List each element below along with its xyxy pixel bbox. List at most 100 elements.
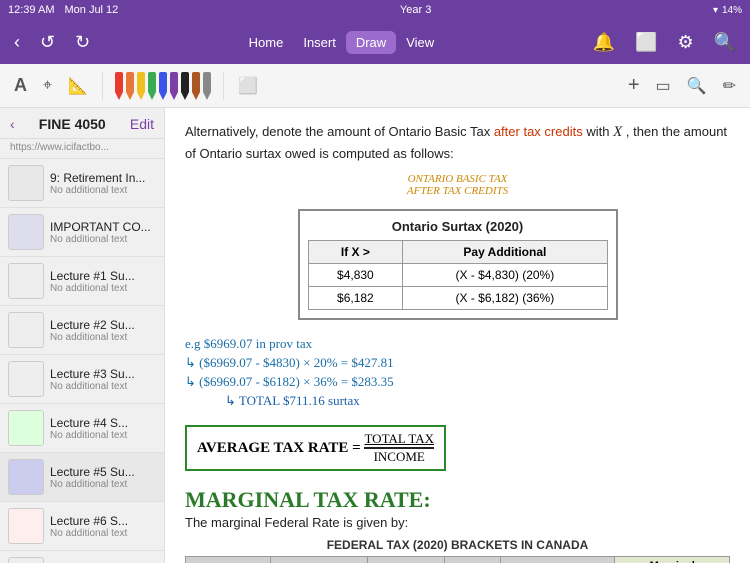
sidebar-item-6[interactable]: Lecture #5 Su... No additional text: [0, 453, 164, 502]
status-bar: 12:39 AM Mon Jul 12 Year 3 ▾ 14%: [0, 0, 750, 20]
handwriting-ontario-note: ONTARIO BASIC TAXAFTER TAX CREDITS: [185, 173, 730, 197]
sidebar-back-button[interactable]: ‹: [10, 116, 15, 132]
sidebar-item-title-4: Lecture #3 Su...: [50, 367, 156, 381]
sidebar-item-title-7: Lecture #6 S...: [50, 514, 156, 528]
nav-draw[interactable]: Draw: [346, 31, 396, 54]
pen-black[interactable]: [181, 72, 189, 100]
surtax-row-2: $6,182 (X - $6,182) (36%): [308, 286, 607, 309]
notebook-name: Year 3: [400, 4, 431, 16]
th-upto: Up To: [368, 556, 444, 563]
sidebar-item-1[interactable]: IMPORTANT CO... No additional text: [0, 208, 164, 257]
pen-yellow[interactable]: [137, 72, 145, 100]
surtax-table: If X > Pay Additional $4,830 (X - $4,830…: [308, 240, 608, 310]
nav-home[interactable]: Home: [239, 31, 294, 54]
share-icon[interactable]: ⬜: [631, 28, 661, 57]
avg-rate-denominator: INCOME: [364, 449, 434, 465]
settings-icon[interactable]: ⚙: [673, 28, 697, 57]
avg-rate-fraction: TOTAL TAX INCOME: [364, 431, 434, 465]
sidebar-item-sub-7: No additional text: [50, 528, 156, 539]
sidebar-item-text-7: Lecture #6 S... No additional text: [50, 514, 156, 539]
surtax-r2-c1: $6,182: [308, 286, 403, 309]
sidebar-item-sub-0: No additional text: [50, 185, 156, 196]
sidebar-thumb-4: [8, 361, 44, 397]
sidebar-item-text-4: Lecture #3 Su... No additional text: [50, 367, 156, 392]
eraser-button[interactable]: ⬜: [232, 72, 264, 100]
th-income: $300K Income: [501, 556, 615, 563]
sidebar-header: ‹ FINE 4050 Edit: [0, 108, 164, 139]
zoom-button[interactable]: 🔍: [681, 72, 713, 100]
nav-view[interactable]: View: [396, 31, 444, 54]
battery-display: 14%: [722, 5, 742, 16]
math-x-symbol: X: [613, 124, 622, 140]
sidebar-item-title-0: 9: Retirement In...: [50, 171, 156, 185]
sidebar-item-sub-2: No additional text: [50, 283, 156, 294]
back-button[interactable]: ‹: [10, 28, 24, 57]
sidebar-item-sub-4: No additional text: [50, 381, 156, 392]
intro-text-2: with: [586, 124, 613, 139]
sidebar-item-0[interactable]: 9: Retirement In... No additional text: [0, 159, 164, 208]
th-rate: RATE: [444, 556, 501, 563]
sidebar-item-text-1: IMPORTANT CO... No additional text: [50, 220, 156, 245]
nav-tabs: Home Insert Draw View: [239, 31, 445, 54]
pen-green[interactable]: [148, 72, 156, 100]
sidebar-thumb-5: [8, 410, 44, 446]
marginal-heading: MARGINAL TAX RATE:: [185, 487, 730, 513]
avg-rate-label: AVERAGE TAX RATE =: [197, 440, 364, 456]
pen-blue[interactable]: [159, 72, 167, 100]
sidebar: ‹ FINE 4050 Edit https://www.icifactbo..…: [0, 108, 165, 563]
toolbar-right: 🔔 ⬜ ⚙ 🔍: [589, 28, 740, 57]
ruler-tool-button[interactable]: 📐: [62, 72, 94, 100]
federal-table-title: FEDERAL TAX (2020) BRACKETS IN CANADA: [185, 538, 730, 552]
search-icon[interactable]: 🔍: [710, 28, 740, 57]
text-tool-button[interactable]: A: [8, 71, 33, 100]
pen-gray[interactable]: [203, 72, 211, 100]
sidebar-thumb-1: [8, 214, 44, 250]
draw-toolbar: A ⌖ 📐: [0, 64, 750, 108]
sidebar-item-text-6: Lecture #5 Su... No additional text: [50, 465, 156, 490]
surtax-box: Ontario Surtax (2020) If X > Pay Additio…: [298, 209, 618, 320]
sidebar-item-sub-5: No additional text: [50, 430, 156, 441]
sidebar-thumb-7: [8, 508, 44, 544]
surtax-table-wrapper: Ontario Surtax (2020) If X > Pay Additio…: [185, 201, 730, 328]
pen-red[interactable]: [115, 72, 123, 100]
sidebar-item-sub-3: No additional text: [50, 332, 156, 343]
sidebar-edit-button[interactable]: Edit: [130, 116, 154, 132]
sidebar-title: FINE 4050: [39, 116, 106, 132]
sidebar-item-title-1: IMPORTANT CO...: [50, 220, 156, 234]
marginal-sub-text: The marginal Federal Rate is given by:: [185, 515, 730, 530]
sidebar-item-title-3: Lecture #2 Su...: [50, 318, 156, 332]
pen-orange[interactable]: [126, 72, 134, 100]
surtax-r1-c2: (X - $4,830) (20%): [403, 263, 607, 286]
content-area[interactable]: Alternatively, denote the amount of Onta…: [165, 108, 750, 563]
select-rect-button[interactable]: ▭: [650, 72, 677, 100]
lasso-tool-button[interactable]: ⌖: [37, 73, 58, 99]
add-tool-button[interactable]: +: [622, 70, 646, 101]
pen-brown[interactable]: [192, 72, 200, 100]
pen-purple[interactable]: [170, 72, 178, 100]
redo-button[interactable]: ↻: [71, 28, 94, 57]
calc-line-1: e.g $6969.07 in prov tax: [185, 336, 730, 352]
avg-rate-box: AVERAGE TAX RATE = TOTAL TAX INCOME: [185, 425, 446, 471]
undo-button[interactable]: ↺: [36, 28, 59, 57]
sidebar-item-text-5: Lecture #4 S... No additional text: [50, 416, 156, 441]
pen-tools: [111, 72, 215, 100]
surtax-title: Ontario Surtax (2020): [308, 219, 608, 234]
sidebar-thumb-8: [8, 557, 44, 563]
nav-insert[interactable]: Insert: [293, 31, 346, 54]
sidebar-thumb-0: [8, 165, 44, 201]
sidebar-item-7[interactable]: Lecture #6 S... No additional text: [0, 502, 164, 551]
th-marginal: Marginal$300,001.00: [615, 556, 730, 563]
finger-button[interactable]: ✏: [717, 72, 742, 100]
sidebar-item-8[interactable]: Lecture #7 Su... No additional text: [0, 551, 164, 563]
sidebar-item-4[interactable]: Lecture #3 Su... No additional text: [0, 355, 164, 404]
separator-1: [102, 72, 103, 100]
surtax-r2-c2: (X - $6,182) (36%): [403, 286, 607, 309]
sidebar-item-text-2: Lecture #1 Su... No additional text: [50, 269, 156, 294]
sidebar-url: https://www.icifactbo...: [0, 139, 164, 159]
toolbar-left: ‹ ↺ ↻: [10, 28, 94, 57]
sidebar-item-3[interactable]: Lecture #2 Su... No additional text: [0, 306, 164, 355]
th-bracket: [186, 556, 271, 563]
bell-icon[interactable]: 🔔: [589, 28, 619, 57]
sidebar-item-5[interactable]: Lecture #4 S... No additional text: [0, 404, 164, 453]
sidebar-item-2[interactable]: Lecture #1 Su... No additional text: [0, 257, 164, 306]
